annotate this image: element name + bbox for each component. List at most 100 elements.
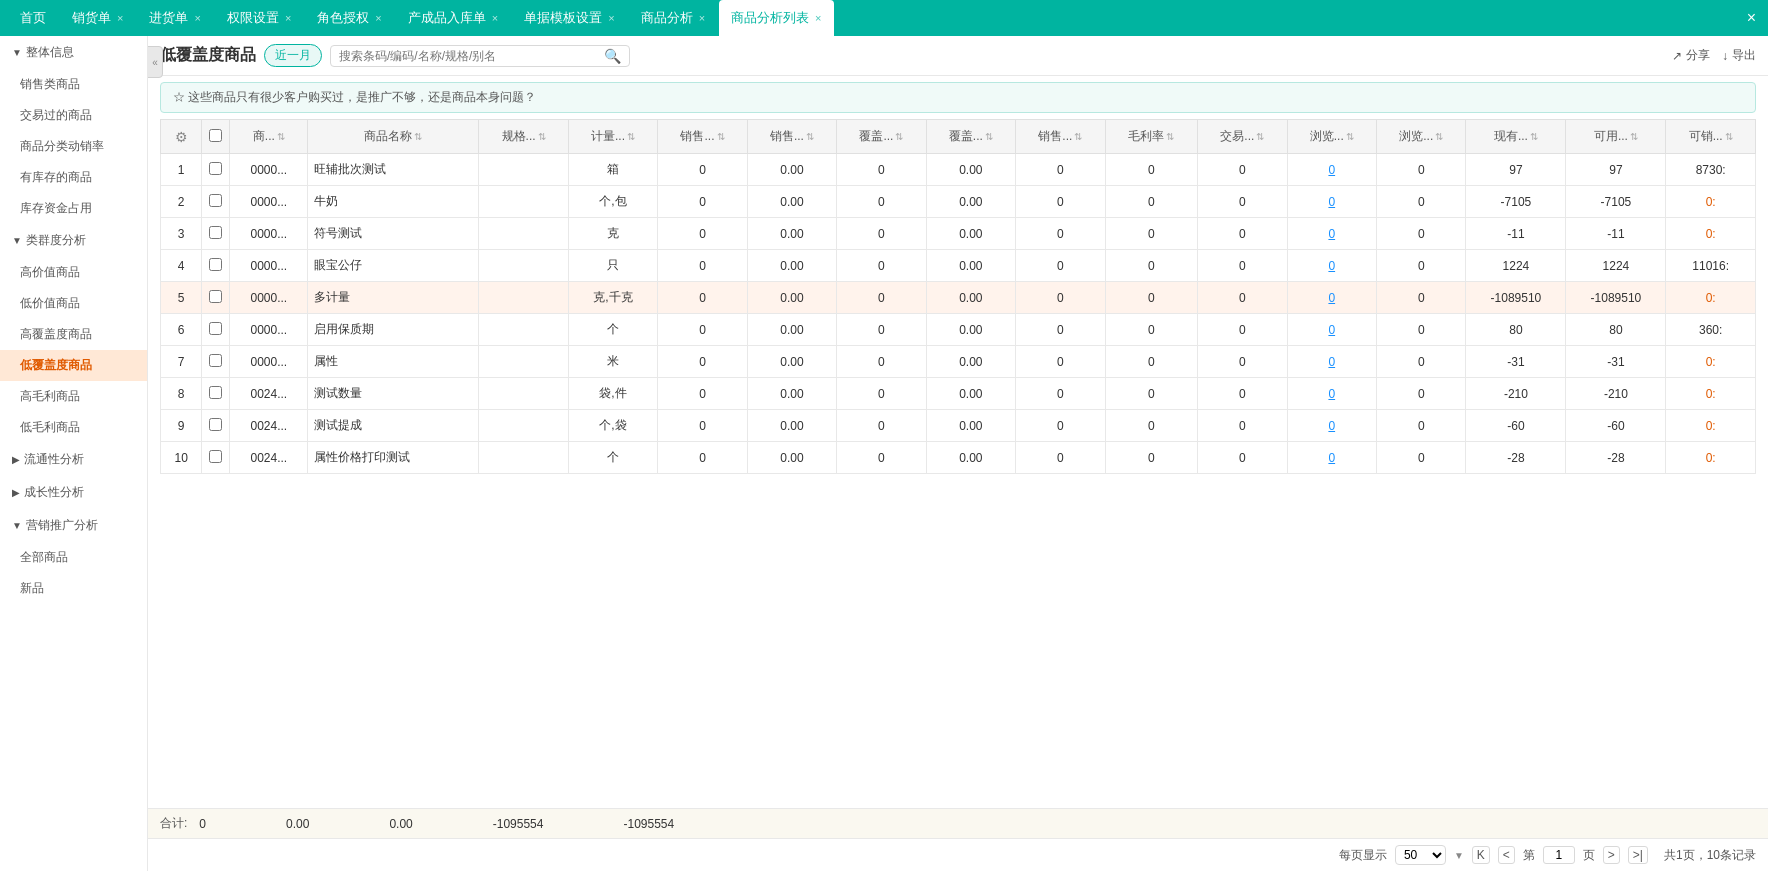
close-icon[interactable]: × xyxy=(285,12,291,24)
sidebar-item-low-value[interactable]: 低价值商品 xyxy=(0,288,147,319)
select-all-checkbox[interactable] xyxy=(209,129,222,142)
col-trade-header[interactable]: 交易...⇅ xyxy=(1198,120,1287,154)
row-checkbox-cell[interactable] xyxy=(202,410,230,442)
row-checkbox[interactable] xyxy=(209,258,222,271)
col-spec-header[interactable]: 规格...⇅ xyxy=(479,120,568,154)
sidebar-item-high-margin[interactable]: 高毛利商品 xyxy=(0,381,147,412)
collapse-sidebar-button[interactable]: « xyxy=(148,46,163,78)
nav-product-warehouse[interactable]: 产成品入库单 × xyxy=(396,0,510,36)
close-icon[interactable]: × xyxy=(699,12,705,24)
sidebar-item-category-sales-rate[interactable]: 商品分类动销率 xyxy=(0,131,147,162)
close-icon[interactable]: × xyxy=(194,12,200,24)
nav-sales-order[interactable]: 销货单 × xyxy=(60,0,135,36)
row-browse1[interactable]: 0 xyxy=(1287,410,1376,442)
close-icon[interactable]: × xyxy=(608,12,614,24)
row-browse1[interactable]: 0 xyxy=(1287,314,1376,346)
col-sellable-header[interactable]: 可销...⇅ xyxy=(1666,120,1756,154)
per-page-select[interactable]: 50 20 100 200 xyxy=(1395,845,1446,865)
global-close-button[interactable]: × xyxy=(1747,9,1756,27)
col-sales3-header[interactable]: 销售...⇅ xyxy=(1016,120,1105,154)
last-page-button[interactable]: >| xyxy=(1628,846,1648,864)
row-checkbox[interactable] xyxy=(209,162,222,175)
date-filter-button[interactable]: 近一月 xyxy=(264,44,322,67)
col-sales-qty-header[interactable]: 销售...⇅ xyxy=(658,120,747,154)
col-unit-header[interactable]: 计量...⇅ xyxy=(568,120,657,154)
col-cover2-header[interactable]: 覆盖...⇅ xyxy=(926,120,1015,154)
row-gross-margin: 0 xyxy=(1105,346,1198,378)
col-gross-margin-header[interactable]: 毛利率⇅ xyxy=(1105,120,1198,154)
row-browse1[interactable]: 0 xyxy=(1287,154,1376,186)
nav-home[interactable]: 首页 xyxy=(8,0,58,36)
row-checkbox[interactable] xyxy=(209,354,222,367)
export-button[interactable]: ↓ 导出 xyxy=(1722,47,1756,64)
row-checkbox-cell[interactable] xyxy=(202,218,230,250)
row-checkbox[interactable] xyxy=(209,450,222,463)
row-checkbox-cell[interactable] xyxy=(202,314,230,346)
col-browse2-header[interactable]: 浏览...⇅ xyxy=(1377,120,1466,154)
row-checkbox-cell[interactable] xyxy=(202,186,230,218)
row-checkbox[interactable] xyxy=(209,386,222,399)
sidebar-item-high-value[interactable]: 高价值商品 xyxy=(0,257,147,288)
close-icon[interactable]: × xyxy=(815,12,821,24)
page-number-input[interactable] xyxy=(1543,846,1575,864)
close-icon[interactable]: × xyxy=(492,12,498,24)
row-browse1[interactable]: 0 xyxy=(1287,282,1376,314)
sidebar-item-in-stock-goods[interactable]: 有库存的商品 xyxy=(0,162,147,193)
col-available-header[interactable]: 可用...⇅ xyxy=(1566,120,1666,154)
settings-icon[interactable]: ⚙ xyxy=(175,129,188,145)
next-page-button[interactable]: > xyxy=(1603,846,1620,864)
row-checkbox-cell[interactable] xyxy=(202,346,230,378)
row-checkbox-cell[interactable] xyxy=(202,378,230,410)
row-checkbox-cell[interactable] xyxy=(202,250,230,282)
sidebar-item-sales-goods[interactable]: 销售类商品 xyxy=(0,69,147,100)
sidebar-item-all-goods[interactable]: 全部商品 xyxy=(0,542,147,573)
sidebar-item-high-coverage[interactable]: 高覆盖度商品 xyxy=(0,319,147,350)
nav-purchase-order[interactable]: 进货单 × xyxy=(137,0,212,36)
row-checkbox[interactable] xyxy=(209,290,222,303)
nav-product-analysis[interactable]: 商品分析 × xyxy=(629,0,717,36)
close-icon[interactable]: × xyxy=(375,12,381,24)
col-sales-amt-header[interactable]: 销售...⇅ xyxy=(747,120,836,154)
sidebar-item-low-coverage[interactable]: 低覆盖度商品 xyxy=(0,350,147,381)
sidebar-section-circulation[interactable]: ▶ 流通性分析 xyxy=(0,443,147,476)
row-browse1[interactable]: 0 xyxy=(1287,218,1376,250)
row-checkbox-cell[interactable] xyxy=(202,442,230,474)
table-row: 6 0000... 启用保质期 个 0 0.00 0 0.00 0 0 0 0 … xyxy=(161,314,1756,346)
row-browse1[interactable]: 0 xyxy=(1287,378,1376,410)
sidebar-section-cluster[interactable]: ▼ 类群度分析 xyxy=(0,224,147,257)
col-current-stock-header[interactable]: 现有...⇅ xyxy=(1466,120,1566,154)
row-current-stock: -1089510 xyxy=(1466,282,1566,314)
row-browse1[interactable]: 0 xyxy=(1287,250,1376,282)
row-checkbox[interactable] xyxy=(209,226,222,239)
first-page-button[interactable]: K xyxy=(1472,846,1490,864)
search-input[interactable] xyxy=(339,49,600,63)
nav-permission-settings[interactable]: 权限设置 × xyxy=(215,0,303,36)
row-checkbox[interactable] xyxy=(209,322,222,335)
sidebar-item-stock-capital[interactable]: 库存资金占用 xyxy=(0,193,147,224)
sidebar-item-traded-goods[interactable]: 交易过的商品 xyxy=(0,100,147,131)
sidebar-item-new-goods[interactable]: 新品 xyxy=(0,573,147,604)
nav-product-analysis-list[interactable]: 商品分析列表 × xyxy=(719,0,833,36)
col-cover1-header[interactable]: 覆盖...⇅ xyxy=(837,120,926,154)
col-browse1-header[interactable]: 浏览...⇅ xyxy=(1287,120,1376,154)
nav-role-auth[interactable]: 角色授权 × xyxy=(305,0,393,36)
row-checkbox-cell[interactable] xyxy=(202,282,230,314)
col-code-header[interactable]: 商...⇅ xyxy=(230,120,308,154)
share-button[interactable]: ↗ 分享 xyxy=(1672,47,1710,64)
row-checkbox[interactable] xyxy=(209,418,222,431)
col-settings[interactable]: ⚙ xyxy=(161,120,202,154)
prev-page-button[interactable]: < xyxy=(1498,846,1515,864)
row-browse1[interactable]: 0 xyxy=(1287,186,1376,218)
search-icon[interactable]: 🔍 xyxy=(604,48,621,64)
row-checkbox-cell[interactable] xyxy=(202,154,230,186)
row-checkbox[interactable] xyxy=(209,194,222,207)
sidebar-item-low-margin[interactable]: 低毛利商品 xyxy=(0,412,147,443)
sidebar-section-marketing[interactable]: ▼ 营销推广分析 xyxy=(0,509,147,542)
sidebar-section-overall[interactable]: ▼ 整体信息 xyxy=(0,36,147,69)
row-browse1[interactable]: 0 xyxy=(1287,442,1376,474)
close-icon[interactable]: × xyxy=(117,12,123,24)
nav-template-settings[interactable]: 单据模板设置 × xyxy=(512,0,626,36)
col-name-header[interactable]: 商品名称⇅ xyxy=(308,120,479,154)
sidebar-section-growth[interactable]: ▶ 成长性分析 xyxy=(0,476,147,509)
row-browse1[interactable]: 0 xyxy=(1287,346,1376,378)
